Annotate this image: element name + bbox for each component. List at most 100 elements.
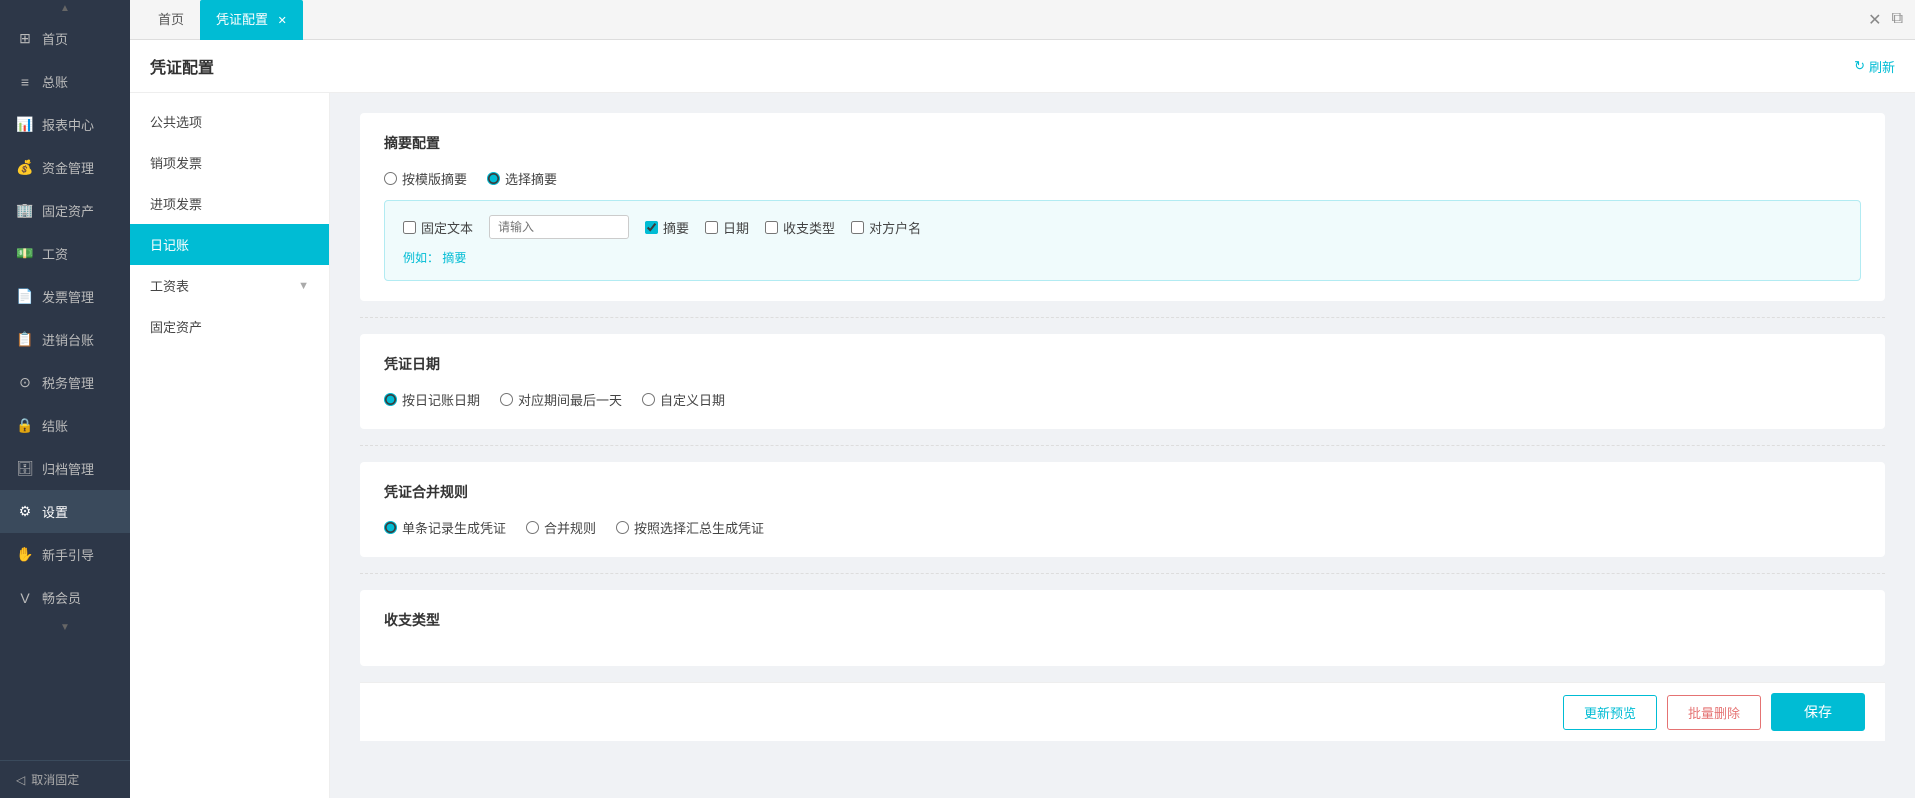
sidebar-item-home[interactable]: ⊞ 首页: [0, 17, 130, 60]
merge-rules-option[interactable]: 合并规则: [526, 518, 596, 537]
left-nav-fixed-assets[interactable]: 固定资产: [130, 306, 329, 347]
sidebar-item-close[interactable]: 🔒 结账: [0, 404, 130, 447]
main-content: 首页 凭证配置 ✕ ✕ ⧉ 凭证配置 ↻ 刷新 公共选项 销项发票 进项: [130, 0, 1915, 798]
last-period-day-radio[interactable]: [500, 393, 513, 406]
close-period-icon: 🔒: [16, 417, 34, 434]
fixed-text-checkbox[interactable]: [403, 221, 416, 234]
summary-template-option[interactable]: 按模版摘要: [384, 169, 467, 188]
select-summary-radio[interactable]: [616, 521, 629, 534]
summary-checkbox-row: 固定文本 摘要 日期 收支类型: [403, 215, 1842, 239]
fixed-text-checkbox-item[interactable]: 固定文本: [403, 218, 473, 237]
update-preview-button[interactable]: 更新预览: [1563, 695, 1657, 730]
sidebar-scroll-up[interactable]: ▲: [0, 0, 130, 17]
single-record-label: 单条记录生成凭证: [402, 518, 506, 537]
income-type-checkbox[interactable]: [765, 221, 778, 234]
sidebar-item-payroll[interactable]: 💵 工资: [0, 232, 130, 275]
sidebar-item-invoice-mgmt[interactable]: 📄 发票管理: [0, 275, 130, 318]
tab-home-label: 首页: [158, 12, 184, 27]
sidebar-item-guide[interactable]: ✋ 新手引导: [0, 533, 130, 576]
left-nav-journal[interactable]: 日记账: [130, 224, 329, 265]
summary-template-radio[interactable]: [384, 172, 397, 185]
save-button[interactable]: 保存: [1771, 693, 1865, 731]
single-record-option[interactable]: 单条记录生成凭证: [384, 518, 506, 537]
tab-maximize-icon[interactable]: ⧉: [1892, 10, 1903, 30]
tab-actions: ✕ ⧉: [1868, 10, 1903, 30]
sidebar-item-settings-label: 设置: [42, 502, 68, 521]
date-checkbox-item[interactable]: 日期: [705, 218, 749, 237]
sidebar-item-assets-label: 固定资产: [42, 201, 94, 220]
archive-icon: 🗄: [16, 460, 34, 477]
left-nav-public[interactable]: 公共选项: [130, 101, 329, 142]
fixed-text-label: 固定文本: [421, 218, 473, 237]
abstract-checkbox[interactable]: [645, 221, 658, 234]
reports-icon: 📊: [16, 116, 34, 133]
counterpart-checkbox-item[interactable]: 对方户名: [851, 218, 921, 237]
tab-voucher-config-label: 凭证配置: [216, 12, 268, 27]
summary-choose-radio[interactable]: [487, 172, 500, 185]
sidebar-item-ledger[interactable]: ≡ 总账: [0, 60, 130, 103]
tab-restore-icon[interactable]: ✕: [1868, 10, 1881, 30]
income-expense-section: 收支类型: [360, 590, 1885, 666]
sidebar-item-tax-label: 税务管理: [42, 373, 94, 392]
tax-icon: ⊙: [16, 374, 34, 391]
cancel-fixed-button[interactable]: ◁ 取消固定: [0, 760, 130, 798]
tabbar: 首页 凭证配置 ✕ ✕ ⧉: [130, 0, 1915, 40]
example-label: 例如：: [403, 251, 439, 265]
sidebar-item-vip-label: 畅会员: [42, 588, 81, 607]
refresh-icon: ↻: [1854, 58, 1865, 74]
sidebar-item-home-label: 首页: [42, 29, 68, 48]
abstract-checkbox-item[interactable]: 摘要: [645, 218, 689, 237]
summary-choose-option[interactable]: 选择摘要: [487, 169, 557, 188]
sidebar-item-archive-label: 归档管理: [42, 459, 94, 478]
sidebar-scroll-down[interactable]: ▼: [0, 619, 130, 636]
tab-close-icon[interactable]: ✕: [278, 15, 287, 27]
divider-1: [360, 317, 1885, 318]
left-nav-public-label: 公共选项: [150, 112, 202, 131]
guide-icon: ✋: [16, 546, 34, 563]
sidebar-item-vip[interactable]: V 畅会员: [0, 576, 130, 619]
right-content: 摘要配置 按模版摘要 选择摘要 固定文本: [330, 93, 1915, 798]
single-record-radio[interactable]: [384, 521, 397, 534]
income-type-checkbox-item[interactable]: 收支类型: [765, 218, 835, 237]
date-checkbox[interactable]: [705, 221, 718, 234]
page-header: 凭证配置 ↻ 刷新: [130, 40, 1915, 93]
custom-date-radio[interactable]: [642, 393, 655, 406]
left-nav-purchase-invoice[interactable]: 进项发票: [130, 183, 329, 224]
merge-rules-radio[interactable]: [526, 521, 539, 534]
tab-home[interactable]: 首页: [142, 0, 200, 40]
select-summary-option[interactable]: 按照选择汇总生成凭证: [616, 518, 764, 537]
by-journal-date-radio[interactable]: [384, 393, 397, 406]
custom-date-option[interactable]: 自定义日期: [642, 390, 725, 409]
summary-config-section: 摘要配置 按模版摘要 选择摘要 固定文本: [360, 113, 1885, 301]
counterpart-checkbox[interactable]: [851, 221, 864, 234]
sidebar-item-reports[interactable]: 📊 报表中心: [0, 103, 130, 146]
merge-rules-label: 合并规则: [544, 518, 596, 537]
divider-2: [360, 445, 1885, 446]
sidebar-item-assets[interactable]: 🏢 固定资产: [0, 189, 130, 232]
refresh-button[interactable]: ↻ 刷新: [1854, 57, 1895, 76]
batch-delete-button[interactable]: 批量删除: [1667, 695, 1761, 730]
by-journal-date-option[interactable]: 按日记账日期: [384, 390, 480, 409]
left-nav-payroll-table[interactable]: 工资表 ▼: [130, 265, 329, 306]
summary-radio-group: 按模版摘要 选择摘要: [384, 169, 1861, 188]
fixed-text-input[interactable]: [489, 215, 629, 239]
summary-config-box: 固定文本 摘要 日期 收支类型: [384, 200, 1861, 281]
counterpart-label: 对方户名: [869, 218, 921, 237]
sidebar-item-guide-label: 新手引导: [42, 545, 94, 564]
sidebar-item-purchase-sales[interactable]: 📋 进销台账: [0, 318, 130, 361]
last-period-day-option[interactable]: 对应期间最后一天: [500, 390, 622, 409]
left-nav-sales-invoice[interactable]: 销项发票: [130, 142, 329, 183]
sidebar-item-archive[interactable]: 🗄 归档管理: [0, 447, 130, 490]
summary-template-label: 按模版摘要: [402, 169, 467, 188]
left-nav-payroll-table-label: 工资表: [150, 276, 189, 295]
sidebar-item-funds[interactable]: 💰 资金管理: [0, 146, 130, 189]
vip-icon: V: [16, 590, 34, 606]
tab-voucher-config[interactable]: 凭证配置 ✕: [200, 0, 303, 40]
summary-example: 例如： 摘要: [403, 249, 1842, 266]
by-journal-date-label: 按日记账日期: [402, 390, 480, 409]
bottom-action-bar: 更新预览 批量删除 保存: [360, 682, 1885, 741]
pin-icon: ◁: [16, 773, 25, 787]
sidebar-item-settings[interactable]: ⚙ 设置: [0, 490, 130, 533]
home-icon: ⊞: [16, 30, 34, 47]
sidebar-item-tax[interactable]: ⊙ 税务管理: [0, 361, 130, 404]
